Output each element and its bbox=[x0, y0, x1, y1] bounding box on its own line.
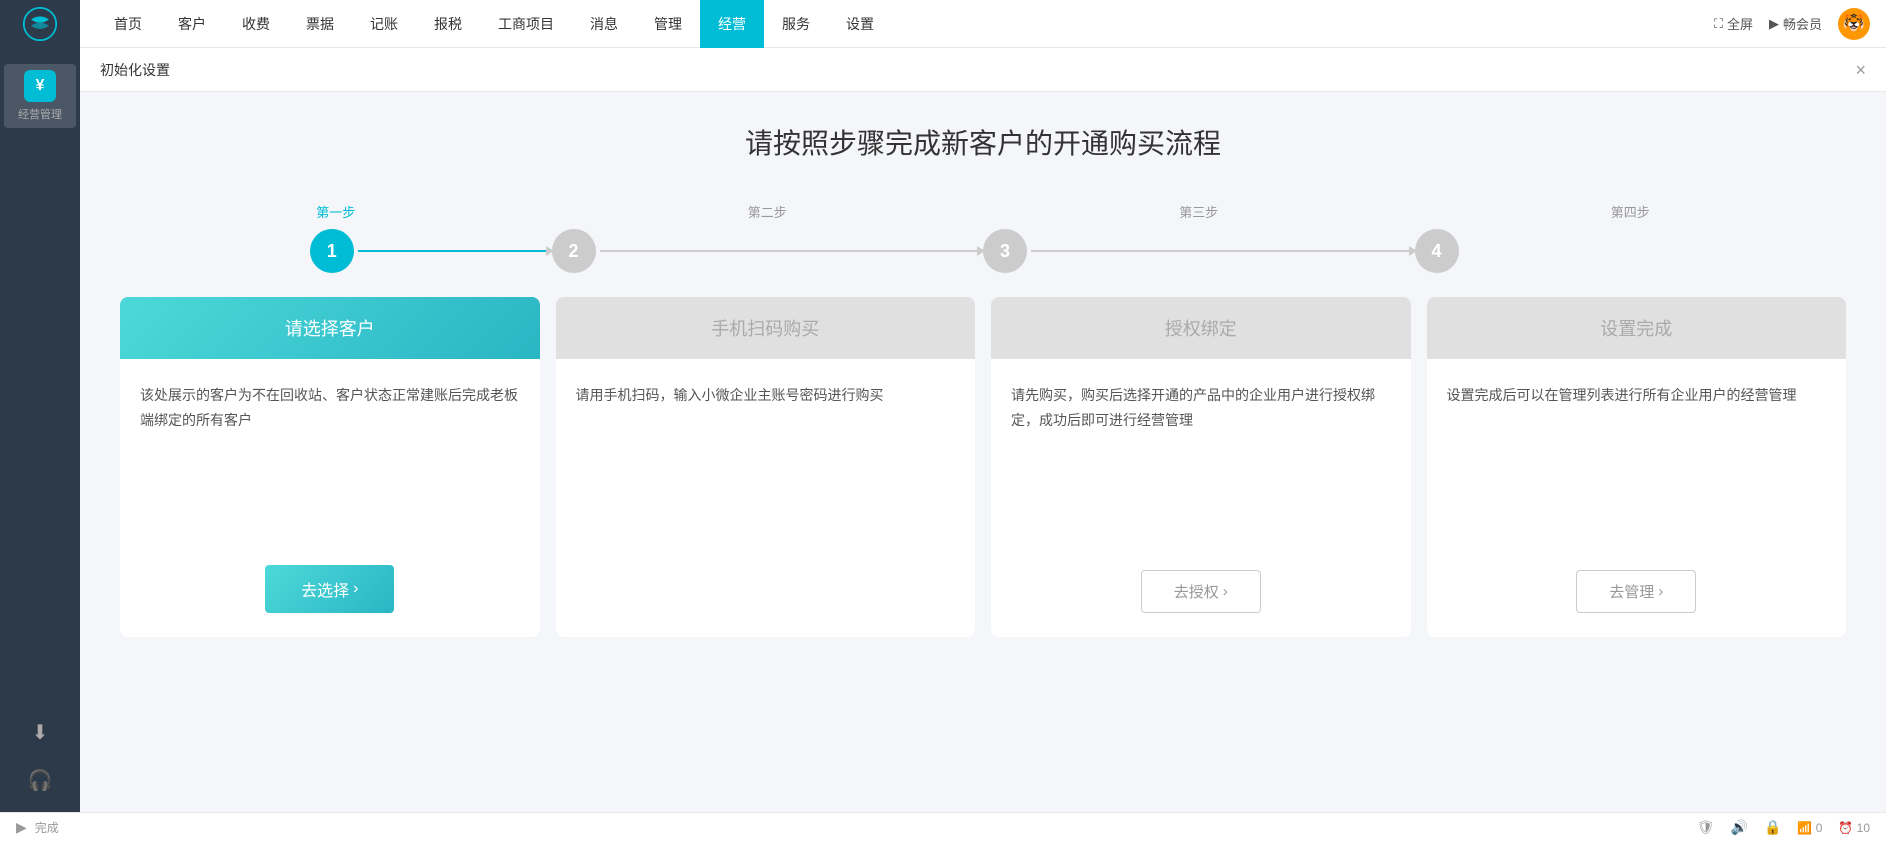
nav-manage[interactable]: 管理 bbox=[636, 0, 700, 48]
download-icon[interactable]: ⬇ bbox=[24, 716, 56, 748]
btn-label-4: 去管理 bbox=[1609, 581, 1654, 602]
sidebar-item-operation[interactable]: ¥ 经营管理 bbox=[4, 64, 76, 128]
fullscreen-label: 全屏 bbox=[1727, 14, 1753, 33]
action-btn-3[interactable]: 去授权 › bbox=[1141, 570, 1261, 613]
step-circle-row-4: 4 bbox=[1415, 229, 1847, 273]
time-status: ⏰ 10 bbox=[1838, 821, 1870, 835]
btn-label-3: 去授权 bbox=[1174, 581, 1219, 602]
card-header-4: 设置完成 bbox=[1427, 297, 1847, 359]
btn-suffix-4: › bbox=[1658, 583, 1663, 600]
steps-area: 请按照步骤完成新客户的开通购买流程 第一步 1 第二步 2 bbox=[80, 92, 1886, 667]
page-title: 初始化设置 bbox=[100, 60, 170, 80]
nav-operation[interactable]: 经营 bbox=[700, 0, 764, 48]
step-card-2: 手机扫码购买 请用手机扫码，输入小微企业主账号密码进行购买 bbox=[556, 297, 976, 637]
action-btn-4[interactable]: 去管理 › bbox=[1576, 570, 1696, 613]
nav-invoice[interactable]: 票据 bbox=[288, 0, 352, 48]
card-header-3: 授权绑定 bbox=[991, 297, 1411, 359]
nav-tax[interactable]: 报税 bbox=[416, 0, 480, 48]
nav-accounting[interactable]: 记账 bbox=[352, 0, 416, 48]
fullscreen-icon: ⛶ bbox=[1714, 16, 1723, 32]
logo bbox=[0, 0, 80, 48]
card-footer-2 bbox=[556, 597, 976, 637]
nav-business[interactable]: 工商项目 bbox=[480, 0, 572, 48]
step-circle-row-3: 3 bbox=[983, 229, 1415, 273]
step-card-1: 请选择客户 该处展示的客户为不在回收站、客户状态正常建账后完成老板端绑定的所有客… bbox=[120, 297, 540, 637]
nav-home[interactable]: 首页 bbox=[96, 0, 160, 48]
nav-customer[interactable]: 客户 bbox=[160, 0, 224, 48]
step-circle-4: 4 bbox=[1415, 229, 1459, 273]
card-footer-4: 去管理 › bbox=[1427, 554, 1847, 637]
card-body-2: 请用手机扫码，输入小微企业主账号密码进行购买 bbox=[556, 359, 976, 597]
lock-status-icon: 🔒 bbox=[1764, 819, 1781, 836]
status-left: ▶ 完成 bbox=[16, 819, 59, 836]
status-label: 完成 bbox=[35, 819, 59, 836]
page-header: 初始化设置 × bbox=[80, 48, 1886, 92]
card-header-1: 请选择客户 bbox=[120, 297, 540, 359]
nav-items: 首页 客户 收费 票据 记账 报税 工商项目 消息 管理 经营 服务 设置 bbox=[96, 0, 1714, 48]
card-body-3: 请先购买，购买后选择开通的产品中的企业用户进行授权绑定，成功后即可进行经营管理 bbox=[991, 359, 1411, 554]
card-header-2: 手机扫码购买 bbox=[556, 297, 976, 359]
avatar[interactable]: 🐯 bbox=[1838, 8, 1870, 40]
card-body-4: 设置完成后可以在管理列表进行所有企业用户的经营管理 bbox=[1427, 359, 1847, 554]
step-arrow-2 bbox=[600, 250, 980, 252]
nav-message[interactable]: 消息 bbox=[572, 0, 636, 48]
nav-settings[interactable]: 设置 bbox=[828, 0, 892, 48]
sidebar-icon-operation: ¥ bbox=[24, 70, 56, 102]
nav-billing[interactable]: 收费 bbox=[224, 0, 288, 48]
play-status-icon: ▶ bbox=[16, 819, 27, 836]
step-circle-2: 2 bbox=[552, 229, 596, 273]
step-col-2: 第二步 2 bbox=[552, 202, 984, 273]
play-icon: ▶ bbox=[1769, 16, 1779, 32]
steps-main-title: 请按照步骤完成新客户的开通购买流程 bbox=[120, 122, 1846, 162]
step-circle-row-2: 2 bbox=[552, 229, 984, 273]
action-btn-1[interactable]: 去选择 › bbox=[265, 565, 394, 613]
step-col-4: 第四步 4 bbox=[1415, 202, 1847, 273]
fullscreen-btn[interactable]: ⛶ 全屏 bbox=[1714, 14, 1753, 33]
card-footer-1: 去选择 › bbox=[120, 549, 540, 637]
sidebar-bottom: ⬇ 🎧 bbox=[24, 716, 56, 796]
sidebar-label-operation: 经营管理 bbox=[18, 106, 62, 122]
status-bar: ▶ 完成 🛡 🔊 🔒 📶 0 ⏰ 10 bbox=[0, 812, 1886, 842]
nav-right: ⛶ 全屏 ▶ 畅会员 🐯 bbox=[1714, 8, 1870, 40]
sidebar: ¥ 经营管理 ⬇ 🎧 bbox=[0, 48, 80, 812]
step-label-3: 第三步 bbox=[1179, 202, 1218, 221]
step-circle-row-1: 1 bbox=[120, 229, 552, 273]
main-content: 初始化设置 × 请按照步骤完成新客户的开通购买流程 第一步 1 第二步 2 bbox=[80, 48, 1886, 812]
cards-row: 请选择客户 该处展示的客户为不在回收站、客户状态正常建账后完成老板端绑定的所有客… bbox=[120, 297, 1846, 637]
step-card-4: 设置完成 设置完成后可以在管理列表进行所有企业用户的经营管理 去管理 › bbox=[1427, 297, 1847, 637]
step-label-1: 第一步 bbox=[316, 202, 355, 221]
member-label: 畅会员 bbox=[1783, 14, 1822, 33]
close-button[interactable]: × bbox=[1855, 61, 1866, 79]
step-arrow-3 bbox=[1031, 250, 1411, 252]
step-circle-1: 1 bbox=[310, 229, 354, 273]
step-label-4: 第四步 bbox=[1611, 202, 1650, 221]
shield-status-icon: 🛡 bbox=[1697, 819, 1715, 836]
member-btn[interactable]: ▶ 畅会员 bbox=[1769, 14, 1822, 33]
volume-status-icon: 🔊 bbox=[1731, 819, 1748, 836]
card-footer-3: 去授权 › bbox=[991, 554, 1411, 637]
card-body-1: 该处展示的客户为不在回收站、客户状态正常建账后完成老板端绑定的所有客户 bbox=[120, 359, 540, 549]
headset-icon[interactable]: 🎧 bbox=[24, 764, 56, 796]
btn-label-1: 去选择 bbox=[301, 577, 349, 601]
network-status: 📶 0 bbox=[1797, 821, 1822, 835]
status-right: 🛡 🔊 🔒 📶 0 ⏰ 10 bbox=[1697, 819, 1870, 836]
btn-suffix-1: › bbox=[353, 580, 358, 598]
steps-indicator-row: 第一步 1 第二步 2 第三步 3 bbox=[120, 202, 1846, 273]
step-circle-3: 3 bbox=[983, 229, 1027, 273]
nav-service[interactable]: 服务 bbox=[764, 0, 828, 48]
step-col-1: 第一步 1 bbox=[120, 202, 552, 273]
step-label-2: 第二步 bbox=[748, 202, 787, 221]
step-card-3: 授权绑定 请先购买，购买后选择开通的产品中的企业用户进行授权绑定，成功后即可进行… bbox=[991, 297, 1411, 637]
btn-suffix-3: › bbox=[1223, 583, 1228, 600]
step-arrow-1 bbox=[358, 250, 548, 252]
top-nav: 首页 客户 收费 票据 记账 报税 工商项目 消息 管理 经营 服务 设置 ⛶ … bbox=[80, 0, 1886, 48]
step-col-3: 第三步 3 bbox=[983, 202, 1415, 273]
